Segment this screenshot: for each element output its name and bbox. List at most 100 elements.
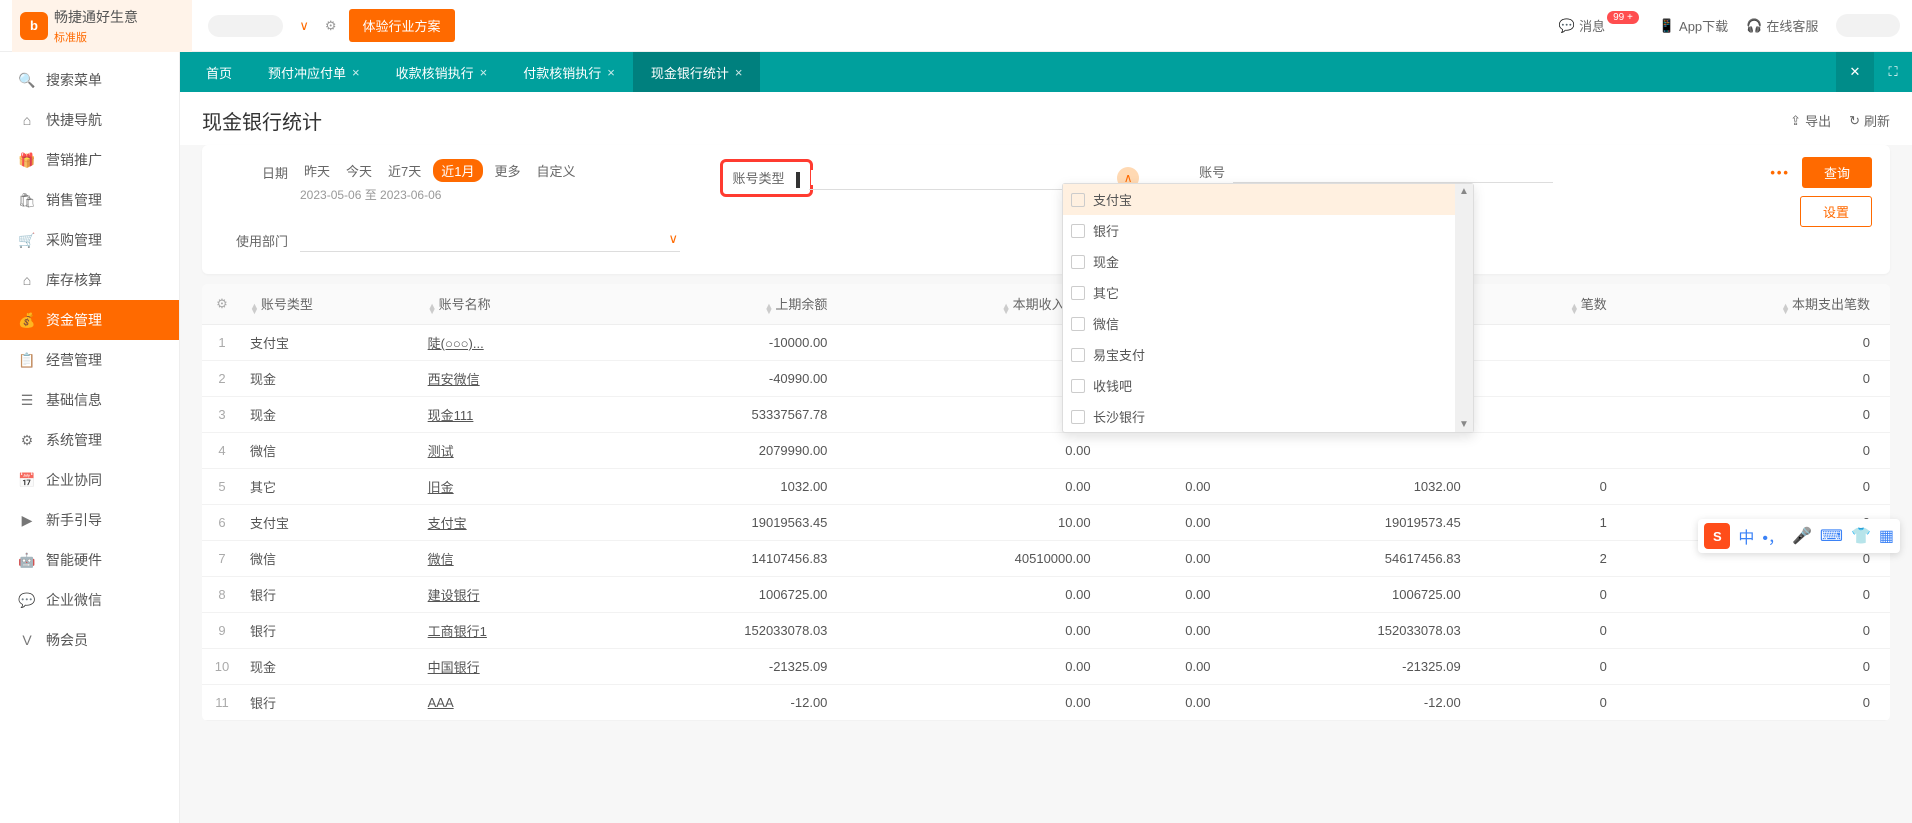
cell-account-name[interactable]: 现金111	[420, 397, 598, 433]
close-icon[interactable]: ×	[735, 65, 743, 80]
dropdown-option[interactable]: 易宝支付	[1063, 339, 1455, 370]
microphone-icon[interactable]: 🎤	[1792, 526, 1812, 546]
tab-2[interactable]: 收款核销执行×	[378, 52, 506, 92]
scroll-up-icon[interactable]: ▲	[1459, 186, 1469, 197]
cell-account-name[interactable]: 工商银行1	[420, 613, 598, 649]
support-button[interactable]: 🎧 在线客服	[1746, 16, 1818, 35]
sidebar-item-2[interactable]: 🎁营销推广	[0, 140, 179, 180]
sort-icon[interactable]: ▲▼	[428, 304, 437, 314]
scroll-down-icon[interactable]: ▼	[1459, 419, 1469, 430]
sidebar-item-0[interactable]: 🔍搜索菜单	[0, 60, 179, 100]
query-button[interactable]: 查询	[1802, 157, 1872, 188]
close-tab-button[interactable]: ✕	[1836, 52, 1874, 92]
dropdown-option[interactable]: 银行	[1063, 215, 1455, 246]
cell-account-name[interactable]: AAA	[420, 685, 598, 721]
gear-column[interactable]: ⚙	[202, 284, 242, 325]
sidebar-item-7[interactable]: 📋经营管理	[0, 340, 179, 380]
sort-icon[interactable]: ▲▼	[764, 304, 773, 314]
dropdown-option[interactable]: 收钱吧	[1063, 370, 1455, 401]
tab-3[interactable]: 付款核销执行×	[505, 52, 633, 92]
expand-button[interactable]: ⛶	[1874, 52, 1912, 92]
checkbox[interactable]	[1071, 286, 1085, 300]
dept-label: 使用部门	[220, 227, 300, 250]
keyboard-icon[interactable]: ⌨	[1820, 526, 1843, 546]
sidebar-item-12[interactable]: 🤖智能硬件	[0, 540, 179, 580]
sidebar-item-10[interactable]: 📅企业协同	[0, 460, 179, 500]
sidebar-item-5[interactable]: ⌂库存核算	[0, 260, 179, 300]
checkbox[interactable]	[1071, 348, 1085, 362]
sidebar-item-1[interactable]: ⌂快捷导航	[0, 100, 179, 140]
date-option[interactable]: 近7天	[384, 159, 425, 182]
tab-1[interactable]: 预付冲应付单×	[250, 52, 378, 92]
dropdown-option[interactable]: 长沙银行	[1063, 401, 1455, 432]
settings-icon[interactable]: ⚙	[325, 18, 337, 34]
toolbox-icon[interactable]: ▦	[1879, 526, 1894, 546]
cell-account-name[interactable]: 中国银行	[420, 649, 598, 685]
date-option[interactable]: 近1月	[433, 159, 482, 182]
sidebar-item-11[interactable]: ▶新手引导	[0, 500, 179, 540]
skin-icon[interactable]: 👕	[1851, 526, 1871, 546]
column-header[interactable]: ▲▼笔数	[1481, 284, 1627, 325]
sidebar-item-6[interactable]: 💰资金管理	[0, 300, 179, 340]
cell-account-name[interactable]: 陡(○○○)...	[420, 325, 598, 361]
sidebar-item-14[interactable]: V畅会员	[0, 620, 179, 660]
close-icon[interactable]: ×	[607, 65, 615, 80]
dropdown-option[interactable]: 支付宝	[1063, 184, 1455, 215]
account-input[interactable]	[1233, 159, 1553, 183]
settings-button[interactable]: 设置	[1800, 196, 1872, 227]
sidebar-item-9[interactable]: ⚙系统管理	[0, 420, 179, 460]
dropdown-scrollbar[interactable]: ▲ ▼	[1455, 184, 1473, 432]
column-header[interactable]: ▲▼本期支出笔数	[1627, 284, 1890, 325]
sidebar-item-4[interactable]: 🛒采购管理	[0, 220, 179, 260]
user-avatar[interactable]	[1836, 14, 1900, 37]
close-icon[interactable]: ×	[352, 65, 360, 80]
industry-plan-button[interactable]: 体验行业方案	[349, 9, 455, 42]
cell-account-name[interactable]: 测试	[420, 433, 598, 469]
checkbox[interactable]	[1071, 317, 1085, 331]
cell-account-name[interactable]: 西安微信	[420, 361, 598, 397]
checkbox[interactable]	[1071, 193, 1085, 207]
date-option[interactable]: 自定义	[533, 159, 580, 182]
sort-icon[interactable]: ▲▼	[1570, 304, 1579, 314]
refresh-button[interactable]: ↻刷新	[1849, 111, 1890, 130]
ime-punct-icon[interactable]: •，	[1762, 524, 1784, 548]
chevron-down-icon[interactable]: ∨	[299, 18, 309, 34]
cell-account-name[interactable]: 旧金	[420, 469, 598, 505]
ime-toolbar[interactable]: S 中 •， 🎤 ⌨ 👕 ▦	[1698, 519, 1900, 553]
dropdown-option[interactable]: 现金	[1063, 246, 1455, 277]
tab-4[interactable]: 现金银行统计×	[633, 52, 761, 92]
checkbox[interactable]	[1071, 379, 1085, 393]
close-icon[interactable]: ×	[480, 65, 488, 80]
export-button[interactable]: ⇪导出	[1790, 111, 1831, 130]
cell-account-name[interactable]: 支付宝	[420, 505, 598, 541]
checkbox[interactable]	[1071, 410, 1085, 424]
date-option[interactable]: 今天	[342, 159, 376, 182]
sidebar-item-8[interactable]: ☰基础信息	[0, 380, 179, 420]
date-option[interactable]: 昨天	[300, 159, 334, 182]
sort-icon[interactable]: ▲▼	[250, 304, 259, 314]
messages-button[interactable]: 💬 消息 99 +	[1559, 16, 1641, 35]
column-header[interactable]: ▲▼账号类型	[242, 284, 420, 325]
company-selector[interactable]	[208, 15, 283, 37]
ime-mode[interactable]: 中	[1738, 524, 1754, 548]
cell-account-name[interactable]: 微信	[420, 541, 598, 577]
account-textbox[interactable]	[1235, 163, 1551, 178]
cell-account-name[interactable]: 建设银行	[420, 577, 598, 613]
date-option[interactable]: 更多	[491, 159, 525, 182]
checkbox[interactable]	[1071, 255, 1085, 269]
cell-c3	[1111, 433, 1231, 469]
column-header[interactable]: ▲▼上期余额	[597, 284, 847, 325]
dropdown-option[interactable]: 微信	[1063, 308, 1455, 339]
more-filters-button[interactable]: •••	[1770, 165, 1790, 180]
app-download-button[interactable]: 📱 App下载	[1659, 16, 1728, 35]
sidebar-item-3[interactable]: 🛍销售管理	[0, 180, 179, 220]
sort-icon[interactable]: ▲▼	[1781, 304, 1790, 314]
brand-logo[interactable]: b 畅捷通好生意 标准版	[12, 0, 192, 52]
column-header[interactable]: ▲▼账号名称	[420, 284, 598, 325]
sort-icon[interactable]: ▲▼	[1002, 304, 1011, 314]
dropdown-option[interactable]: 其它	[1063, 277, 1455, 308]
sidebar-item-13[interactable]: 💬企业微信	[0, 580, 179, 620]
checkbox[interactable]	[1071, 224, 1085, 238]
dept-select[interactable]: ∨	[300, 227, 680, 252]
tab-0[interactable]: 首页	[188, 52, 250, 92]
